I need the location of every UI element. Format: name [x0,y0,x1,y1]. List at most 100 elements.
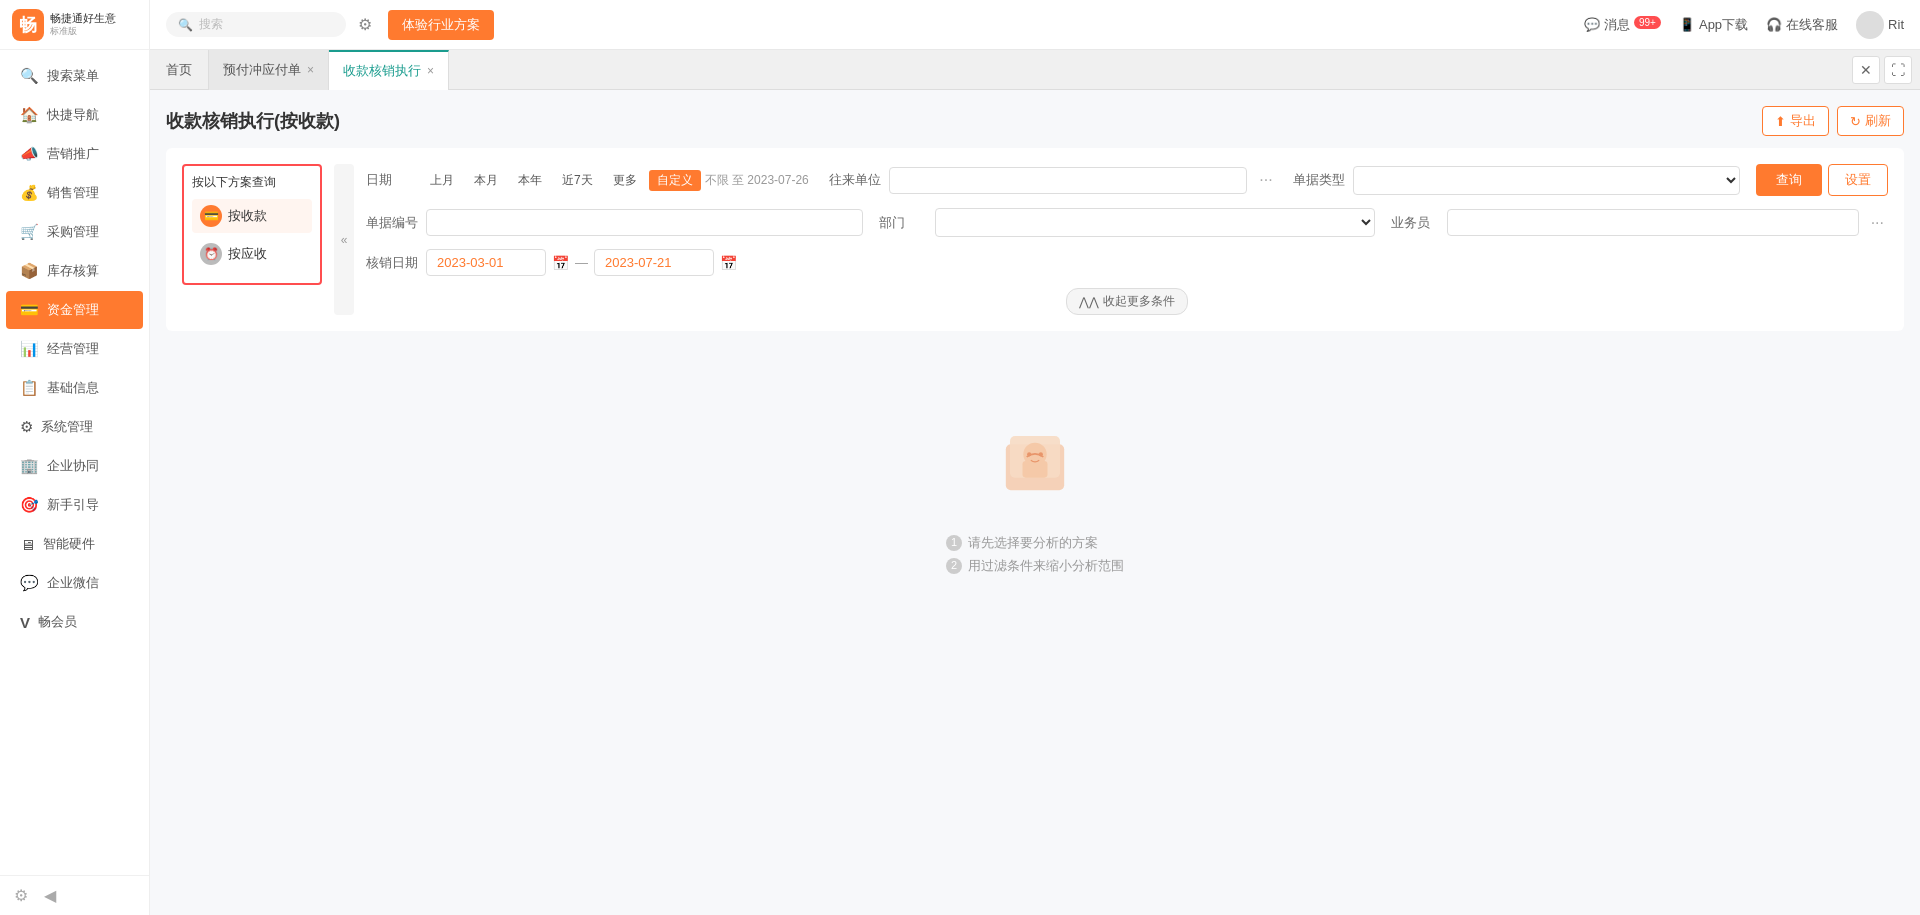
staff-more-icon[interactable]: ··· [1867,214,1888,232]
sidebar-item-label: 库存核算 [47,262,99,280]
sidebar-item-label: 系统管理 [41,418,93,436]
doc-num-label: 单据编号 [366,214,418,232]
collapse-filter-button[interactable]: « [334,164,354,315]
topbar-search[interactable]: 🔍 搜索 [166,12,346,37]
counterpart-more-icon[interactable]: ··· [1255,171,1276,189]
sidebar-item-inventory[interactable]: 📦 库存核算 [6,252,143,290]
filter-panel: 按以下方案查询 💳 按收款 ⏰ 按应收 « [166,148,1904,331]
sidebar-item-marketing[interactable]: 📣 营销推广 [6,135,143,173]
dept-label: 部门 [879,214,927,232]
sidebar-item-sales[interactable]: 💰 销售管理 [6,174,143,212]
refresh-button[interactable]: ↻ 刷新 [1837,106,1904,136]
collapse-more-button[interactable]: ⋀⋀ 收起更多条件 [1066,288,1188,315]
settings-icon[interactable]: ⚙ [14,886,28,905]
query-button[interactable]: 查询 [1756,164,1822,196]
enterprise-icon: 🏢 [20,457,39,475]
dept-select[interactable] [935,208,1376,237]
sidebar-item-basic-info[interactable]: 📋 基础信息 [6,369,143,407]
date-tab-this-month[interactable]: 本月 [466,170,506,191]
date-tab-last-month[interactable]: 上月 [422,170,462,191]
sidebar-item-quick-nav[interactable]: 🏠 快捷导航 [6,96,143,134]
sidebar-item-label: 营销推广 [47,145,99,163]
sidebar-item-guide[interactable]: 🎯 新手引导 [6,486,143,524]
offset-date-field: 核销日期 📅 — 📅 [366,249,1888,276]
sidebar: 畅 畅捷通好生意 标准版 🔍 搜索菜单 🏠 快捷导航 📣 营销推广 💰 销售管理… [0,0,150,915]
date-tab-this-year[interactable]: 本年 [510,170,550,191]
sidebar-item-label: 采购管理 [47,223,99,241]
doc-type-select[interactable] [1353,166,1740,195]
offset-date-end-input[interactable] [594,249,714,276]
sidebar-item-business[interactable]: 📊 经营管理 [6,330,143,368]
dept-field: 部门 [879,208,1376,237]
tab-collect-offset[interactable]: 收款核销执行 × [329,50,449,90]
tab-expand-button[interactable]: ⛶ [1884,56,1912,84]
user-profile[interactable]: Rit [1856,11,1904,39]
sidebar-item-search-menu[interactable]: 🔍 搜索菜单 [6,57,143,95]
tab-label: 收款核销执行 [343,62,421,80]
date-no-limit: 不限 至 2023-07-26 [705,172,809,189]
filter-option-by-receipt[interactable]: 💳 按收款 [192,199,312,233]
tab-home[interactable]: 首页 [150,50,209,90]
industry-solution-button[interactable]: 体验行业方案 [388,10,494,40]
export-icon: ⬆ [1775,114,1786,129]
tab-close-button[interactable]: ✕ [1852,56,1880,84]
calendar-end-icon[interactable]: 📅 [720,255,737,271]
collapse-up-icon: ⋀⋀ [1079,295,1099,309]
date-tab-custom[interactable]: 自定义 [649,170,701,191]
filter-option-by-receivable[interactable]: ⏰ 按应收 [192,237,312,271]
sidebar-item-member[interactable]: V 畅会员 [6,603,143,641]
tip-num-2: 2 [946,558,962,574]
sidebar-item-label: 新手引导 [47,496,99,514]
calendar-start-icon[interactable]: 📅 [552,255,569,271]
tab-close-collect-offset[interactable]: × [427,64,434,78]
svg-rect-3 [1023,461,1048,478]
main-area: 🔍 搜索 ⚙ 体验行业方案 💬 消息 99+ 📱 App下载 🎧 在线客服 Ri… [150,0,1920,915]
service-icon: 🎧 [1766,17,1782,32]
empty-tip-1: 请先选择要分析的方案 [968,531,1098,554]
settings-gear-icon[interactable]: ⚙ [358,15,372,34]
sales-icon: 💰 [20,184,39,202]
smart-hw-icon: 🖥 [20,536,35,553]
guide-icon: 🎯 [20,496,39,514]
date-tabs: 上月 本月 本年 近7天 更多 自定义 不限 至 2023-07-26 [422,170,809,191]
online-service-button[interactable]: 🎧 在线客服 [1766,16,1838,34]
staff-label: 业务员 [1391,214,1439,232]
setting-button[interactable]: 设置 [1828,164,1888,196]
page-actions: ⬆ 导出 ↻ 刷新 [1762,106,1904,136]
tab-close-prepay[interactable]: × [307,63,314,77]
sidebar-item-purchase[interactable]: 🛒 采购管理 [6,213,143,251]
tab-prepay[interactable]: 预付冲应付单 × [209,50,329,90]
export-button[interactable]: ⬆ 导出 [1762,106,1829,136]
logo-text: 畅捷通好生意 [50,11,116,25]
collapse-more-label: 收起更多条件 [1103,293,1175,310]
app-download-button[interactable]: 📱 App下载 [1679,16,1748,34]
counterpart-input[interactable] [889,167,1247,194]
date-tab-7days[interactable]: 近7天 [554,170,601,191]
refresh-label: 刷新 [1865,112,1891,130]
offset-date-start-input[interactable] [426,249,546,276]
sidebar-item-finance[interactable]: 💳 资金管理 [6,291,143,329]
sidebar-item-wechat[interactable]: 💬 企业微信 [6,564,143,602]
sidebar-item-label: 快捷导航 [47,106,99,124]
date-tab-more[interactable]: 更多 [605,170,645,191]
svg-point-4 [1027,452,1031,456]
counterpart-field: 往来单位 ··· [829,167,1276,194]
sidebar-item-enterprise[interactable]: 🏢 企业协同 [6,447,143,485]
date-field: 日期 上月 本月 本年 近7天 更多 自定义 不限 至 2023-07-26 [366,170,813,191]
tab-label: 预付冲应付单 [223,61,301,79]
doc-num-input[interactable] [426,209,863,236]
basic-info-icon: 📋 [20,379,39,397]
empty-tip-row-1: 1 请先选择要分析的方案 [946,531,1124,554]
message-button[interactable]: 💬 消息 99+ [1584,16,1661,34]
collapse-sidebar-icon[interactable]: ◀ [44,886,56,905]
filter-label-title: 按以下方案查询 [192,174,312,191]
sidebar-item-system[interactable]: ⚙ 系统管理 [6,408,143,446]
staff-input[interactable] [1447,209,1858,236]
filter-option-label: 按应收 [228,245,267,263]
wechat-icon: 💬 [20,574,39,592]
tip-num-1: 1 [946,535,962,551]
counterpart-label: 往来单位 [829,171,881,189]
empty-state: 1 请先选择要分析的方案 2 用过滤条件来缩小分析范围 [166,331,1904,658]
member-icon: V [20,614,30,631]
sidebar-item-smart-hw[interactable]: 🖥 智能硬件 [6,525,143,563]
